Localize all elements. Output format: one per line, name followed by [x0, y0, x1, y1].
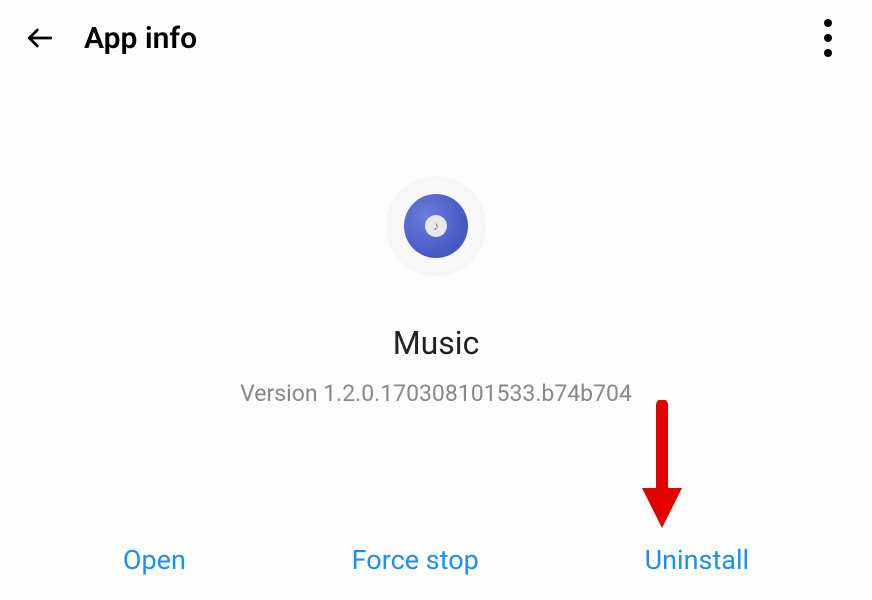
header-bar: App info	[0, 0, 872, 76]
back-button[interactable]	[20, 18, 60, 58]
menu-dot-icon	[824, 34, 832, 42]
force-stop-button[interactable]: Force stop	[352, 544, 479, 576]
music-note-icon: ♪	[425, 215, 447, 237]
action-bar: Open Force stop Uninstall	[0, 544, 872, 576]
annotation-arrow-icon	[632, 400, 692, 530]
app-icon-container: ♪	[386, 176, 486, 276]
open-button[interactable]: Open	[123, 544, 186, 576]
app-name: Music	[393, 324, 480, 362]
app-info-section: ♪ Music Version 1.2.0.170308101533.b74b7…	[0, 176, 872, 407]
app-version: Version 1.2.0.170308101533.b74b704	[240, 380, 632, 407]
arrow-left-icon	[24, 22, 56, 54]
menu-dot-icon	[824, 19, 832, 27]
page-title: App info	[84, 21, 197, 56]
overflow-menu-button[interactable]	[808, 18, 848, 58]
app-icon: ♪	[404, 194, 468, 258]
uninstall-button[interactable]: Uninstall	[645, 544, 749, 576]
menu-dot-icon	[824, 49, 832, 57]
